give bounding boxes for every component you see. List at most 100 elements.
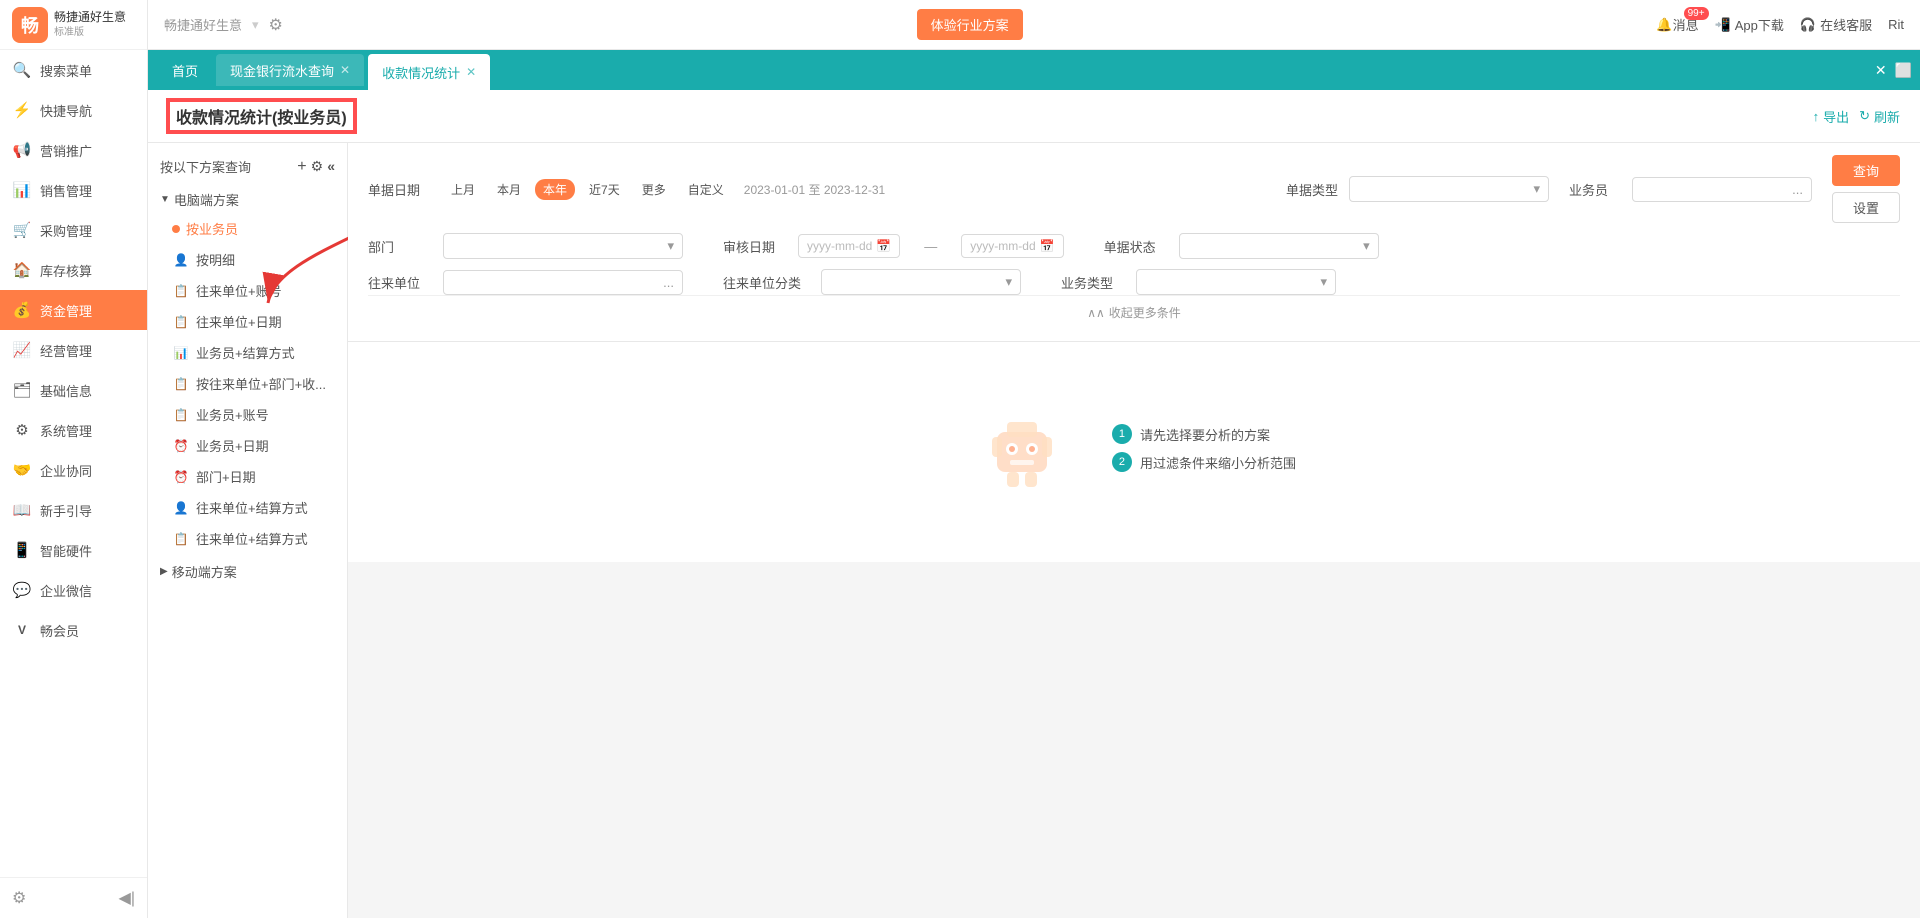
collapse-bar[interactable]: ∧∧ 收起更多条件 bbox=[368, 295, 1900, 329]
sidebar-item-inventory[interactable]: 🏠 库存核算 bbox=[0, 250, 147, 290]
bottom-settings-icon[interactable]: ⚙ bbox=[12, 888, 26, 908]
tab-cashflow[interactable]: 现金银行流水查询 ✕ bbox=[216, 54, 364, 86]
scheme-item-salesperson-account[interactable]: 📋 业务员+账号 bbox=[148, 399, 347, 430]
mobile-section: ▶ 移动端方案 bbox=[148, 558, 347, 585]
settings-icon[interactable]: ⚙ bbox=[269, 15, 283, 35]
counterpart-category-label: 往来单位分类 bbox=[723, 273, 801, 292]
scheme-item-unit-date[interactable]: 📋 往来单位+日期 bbox=[148, 306, 347, 337]
date-7days[interactable]: 近7天 bbox=[581, 179, 628, 200]
tab-close-collection[interactable]: ✕ bbox=[466, 65, 476, 79]
desktop-section-title[interactable]: ▼ 电脑端方案 bbox=[148, 186, 347, 213]
money-icon: 💰 bbox=[12, 300, 32, 320]
business-type-label: 业务类型 bbox=[1061, 273, 1116, 292]
header-right: 🔔 消息 99+ 📲 App下载 🎧 在线客服 Rit bbox=[1656, 15, 1904, 34]
business-type-chevron: ▾ bbox=[1320, 274, 1327, 290]
scheme-item-unit-account[interactable]: 📋 往来单位+账号 bbox=[148, 275, 347, 306]
query-button[interactable]: 查询 bbox=[1832, 155, 1900, 186]
page-title-bar: 收款情况统计(按业务员) ↑ 导出 ↻ 刷新 bbox=[148, 90, 1920, 143]
filter-area: 单据日期 上月 本月 本年 近7天 更多 自定义 2023-01-01 至 20… bbox=[348, 143, 1920, 342]
table-icon-1: 📋 bbox=[172, 282, 190, 300]
sidebar-item-basic[interactable]: 🗂 基础信息 bbox=[0, 370, 147, 410]
date-this-year[interactable]: 本年 bbox=[535, 179, 575, 200]
counterpart-select[interactable]: ... bbox=[443, 270, 683, 295]
sidebar-item-marketing[interactable]: 📢 营销推广 bbox=[0, 130, 147, 170]
tab-collection[interactable]: 收款情况统计 ✕ bbox=[368, 54, 490, 90]
scheme-item-salesperson-settle[interactable]: 📊 业务员+结算方式 bbox=[148, 337, 347, 368]
message-area[interactable]: 🔔 消息 99+ bbox=[1656, 15, 1698, 34]
review-date-end[interactable]: yyyy-mm-dd 📅 bbox=[961, 234, 1063, 258]
refresh-icon: ↻ bbox=[1859, 108, 1870, 124]
counterpart-category-select[interactable]: ▾ bbox=[821, 269, 1021, 295]
salesperson-select[interactable]: ... bbox=[1632, 177, 1812, 202]
top-header: 畅捷通好生意 ▾ ⚙ 体验行业方案 🔔 消息 99+ 📲 App下载 🎧 在线客… bbox=[148, 0, 1920, 50]
scheme-item-salesperson[interactable]: 按业务员 bbox=[148, 213, 347, 244]
date-custom[interactable]: 自定义 bbox=[680, 179, 732, 200]
date-last-month[interactable]: 上月 bbox=[443, 179, 483, 200]
date-quick-buttons: 上月 本月 本年 近7天 更多 自定义 2023-01-01 至 2023-12… bbox=[443, 179, 885, 200]
voucher-type-select[interactable]: ▾ bbox=[1349, 176, 1549, 202]
date-label: 单据日期 bbox=[368, 180, 423, 199]
bottom-collapse-icon[interactable]: ◀| bbox=[119, 888, 135, 908]
scheme-item-salesperson-date[interactable]: ⏰ 业务员+日期 bbox=[148, 430, 347, 461]
scheme-item-dept-date[interactable]: ⏰ 部门+日期 bbox=[148, 461, 347, 492]
collapse-panel-icon[interactable]: « bbox=[327, 158, 335, 176]
sidebar-item-wechat[interactable]: 💬 企业微信 bbox=[0, 570, 147, 610]
sidebar-bottom: ⚙ ◀| bbox=[0, 877, 147, 918]
trial-button[interactable]: 体验行业方案 bbox=[917, 9, 1023, 40]
scheme-item-unit-settle1[interactable]: 👤 往来单位+结算方式 bbox=[148, 492, 347, 523]
user-info[interactable]: Rit bbox=[1888, 17, 1904, 32]
scheme-item-unit-settle2[interactable]: 📋 往来单位+结算方式 bbox=[148, 523, 347, 554]
date-more[interactable]: 更多 bbox=[634, 179, 674, 200]
breadcrumb: 畅捷通好生意 bbox=[164, 15, 242, 34]
table-icon-3: 📋 bbox=[172, 375, 190, 393]
filter-row-2: 部门 ▾ 审核日期 yyyy-mm-dd 📅 — yyyy-mm-dd bbox=[368, 233, 1900, 259]
dept-select[interactable]: ▾ bbox=[443, 233, 683, 259]
sidebar-item-guide[interactable]: 📖 新手引导 bbox=[0, 490, 147, 530]
tab-close-all-icon[interactable]: ✕ bbox=[1875, 62, 1887, 79]
sidebar-item-finance[interactable]: 💰 资金管理 bbox=[0, 290, 147, 330]
column-settings-button[interactable]: 设置 bbox=[1832, 192, 1900, 223]
sidebar-item-member[interactable]: V 畅会员 bbox=[0, 610, 147, 650]
online-service[interactable]: 🎧 在线客服 bbox=[1800, 15, 1872, 34]
bar-chart-icon: 📊 bbox=[172, 344, 190, 362]
page-actions: ↑ 导出 ↻ 刷新 bbox=[1813, 107, 1900, 126]
sidebar-item-sales[interactable]: 📊 销售管理 bbox=[0, 170, 147, 210]
sidebar-item-purchase[interactable]: 🛒 采购管理 bbox=[0, 210, 147, 250]
mobile-section-title[interactable]: ▶ 移动端方案 bbox=[148, 558, 347, 585]
sidebar-item-quicknav[interactable]: ⚡ 快捷导航 bbox=[0, 90, 147, 130]
left-panel: 按以下方案查询 + ⚙ « ▼ 电脑端方案 bbox=[148, 143, 348, 918]
step-num-2: 2 bbox=[1112, 452, 1132, 472]
sidebar-item-corp[interactable]: 🤝 企业协同 bbox=[0, 450, 147, 490]
tab-home[interactable]: 首页 bbox=[156, 50, 214, 90]
scheme-item-unit-dept[interactable]: 📋 按往来单位+部门+收... bbox=[148, 368, 347, 399]
date-separator: — bbox=[924, 239, 937, 254]
voucher-type-filter: 单据类型 ▾ bbox=[1286, 176, 1549, 202]
review-date-start[interactable]: yyyy-mm-dd 📅 bbox=[798, 234, 900, 258]
calendar-icon-start: 📅 bbox=[876, 239, 891, 253]
tab-maximize-icon[interactable]: ⬜ bbox=[1895, 62, 1912, 79]
step-num-1: 1 bbox=[1112, 424, 1132, 444]
voucher-type-label: 单据类型 bbox=[1286, 180, 1341, 199]
scheme-settings-icon[interactable]: ⚙ bbox=[311, 158, 324, 176]
date-this-month[interactable]: 本月 bbox=[489, 179, 529, 200]
export-button[interactable]: ↑ 导出 bbox=[1813, 107, 1850, 126]
tab-close-cashflow[interactable]: ✕ bbox=[340, 63, 350, 77]
flash-icon: ⚡ bbox=[12, 100, 32, 120]
scheme-item-detail[interactable]: 👤 按明细 bbox=[148, 244, 347, 275]
review-date-label: 审核日期 bbox=[723, 237, 778, 256]
voucher-status-select[interactable]: ▾ bbox=[1179, 233, 1379, 259]
sidebar-item-hardware[interactable]: 📱 智能硬件 bbox=[0, 530, 147, 570]
tab-bar: 首页 现金银行流水查询 ✕ 收款情况统计 ✕ ✕ ⬜ bbox=[148, 50, 1920, 90]
app-download[interactable]: 📲 App下载 bbox=[1715, 15, 1784, 34]
sidebar-item-operation[interactable]: 📈 经营管理 bbox=[0, 330, 147, 370]
salesperson-chevron: ... bbox=[1792, 182, 1803, 197]
refresh-button[interactable]: ↻ 刷新 bbox=[1859, 107, 1900, 126]
add-scheme-icon[interactable]: + bbox=[297, 158, 306, 176]
sidebar-item-search[interactable]: 🔍 搜索菜单 bbox=[0, 50, 147, 90]
empty-step-2: 2 用过滤条件来缩小分析范围 bbox=[1112, 452, 1296, 472]
counterpart-category-chevron: ▾ bbox=[1005, 274, 1012, 290]
business-type-select[interactable]: ▾ bbox=[1136, 269, 1336, 295]
sidebar-item-system[interactable]: ⚙ 系统管理 bbox=[0, 410, 147, 450]
main-area: 畅捷通好生意 ▾ ⚙ 体验行业方案 🔔 消息 99+ 📲 App下载 🎧 在线客… bbox=[148, 0, 1920, 918]
message-badge: 99+ bbox=[1684, 7, 1709, 20]
